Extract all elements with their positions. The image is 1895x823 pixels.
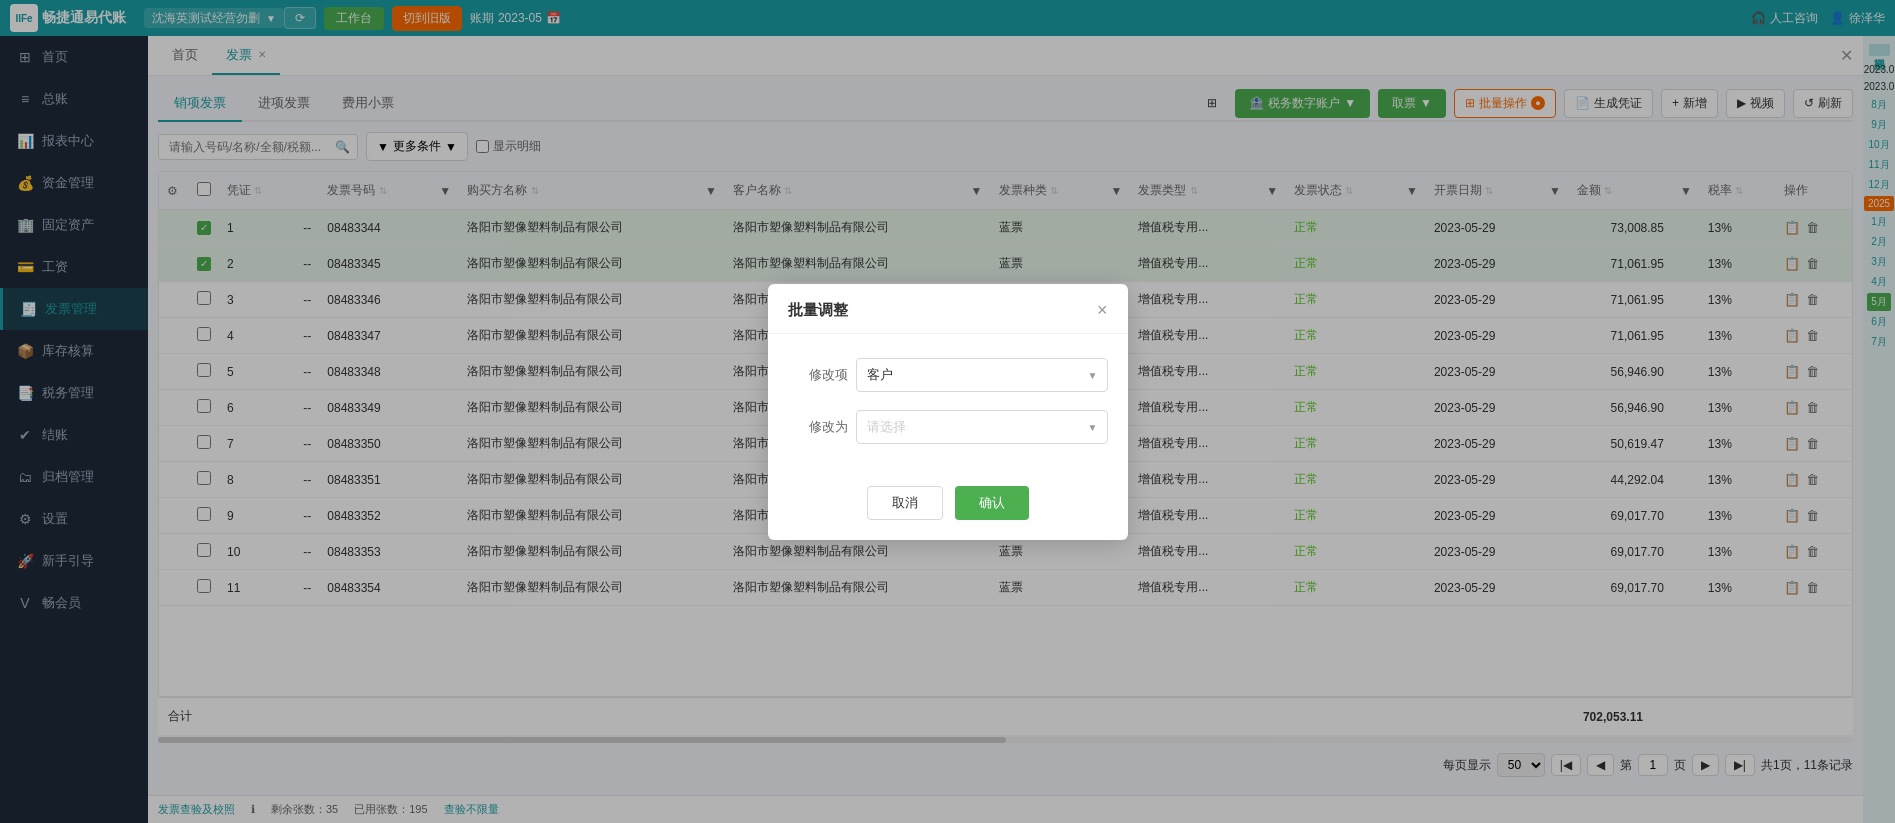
confirm-button[interactable]: 确认 xyxy=(955,486,1029,520)
modify-value-select[interactable]: 请选择 xyxy=(856,410,1108,444)
modify-field-select-wrapper[interactable]: 客户 ▼ xyxy=(856,358,1108,392)
cancel-button[interactable]: 取消 xyxy=(867,486,943,520)
modal-close-button[interactable]: × xyxy=(1097,300,1108,321)
modify-value-label: 修改为 xyxy=(788,418,848,436)
modal-footer: 取消 确认 xyxy=(768,478,1128,540)
modify-value-row: 修改为 请选择 ▼ xyxy=(788,410,1108,444)
modal-overlay[interactable]: 批量调整 × 修改项 客户 ▼ 修改为 请选择 ▼ 取消 确认 xyxy=(0,0,1895,823)
modify-field-label: 修改项 xyxy=(788,366,848,384)
batch-adjust-modal: 批量调整 × 修改项 客户 ▼ 修改为 请选择 ▼ 取消 确认 xyxy=(768,284,1128,540)
modify-field-row: 修改项 客户 ▼ xyxy=(788,358,1108,392)
modal-body: 修改项 客户 ▼ 修改为 请选择 ▼ xyxy=(768,334,1128,478)
modify-value-select-wrapper[interactable]: 请选择 ▼ xyxy=(856,410,1108,444)
modal-header: 批量调整 × xyxy=(768,284,1128,334)
modal-title: 批量调整 xyxy=(788,301,848,320)
modify-field-select[interactable]: 客户 xyxy=(856,358,1108,392)
